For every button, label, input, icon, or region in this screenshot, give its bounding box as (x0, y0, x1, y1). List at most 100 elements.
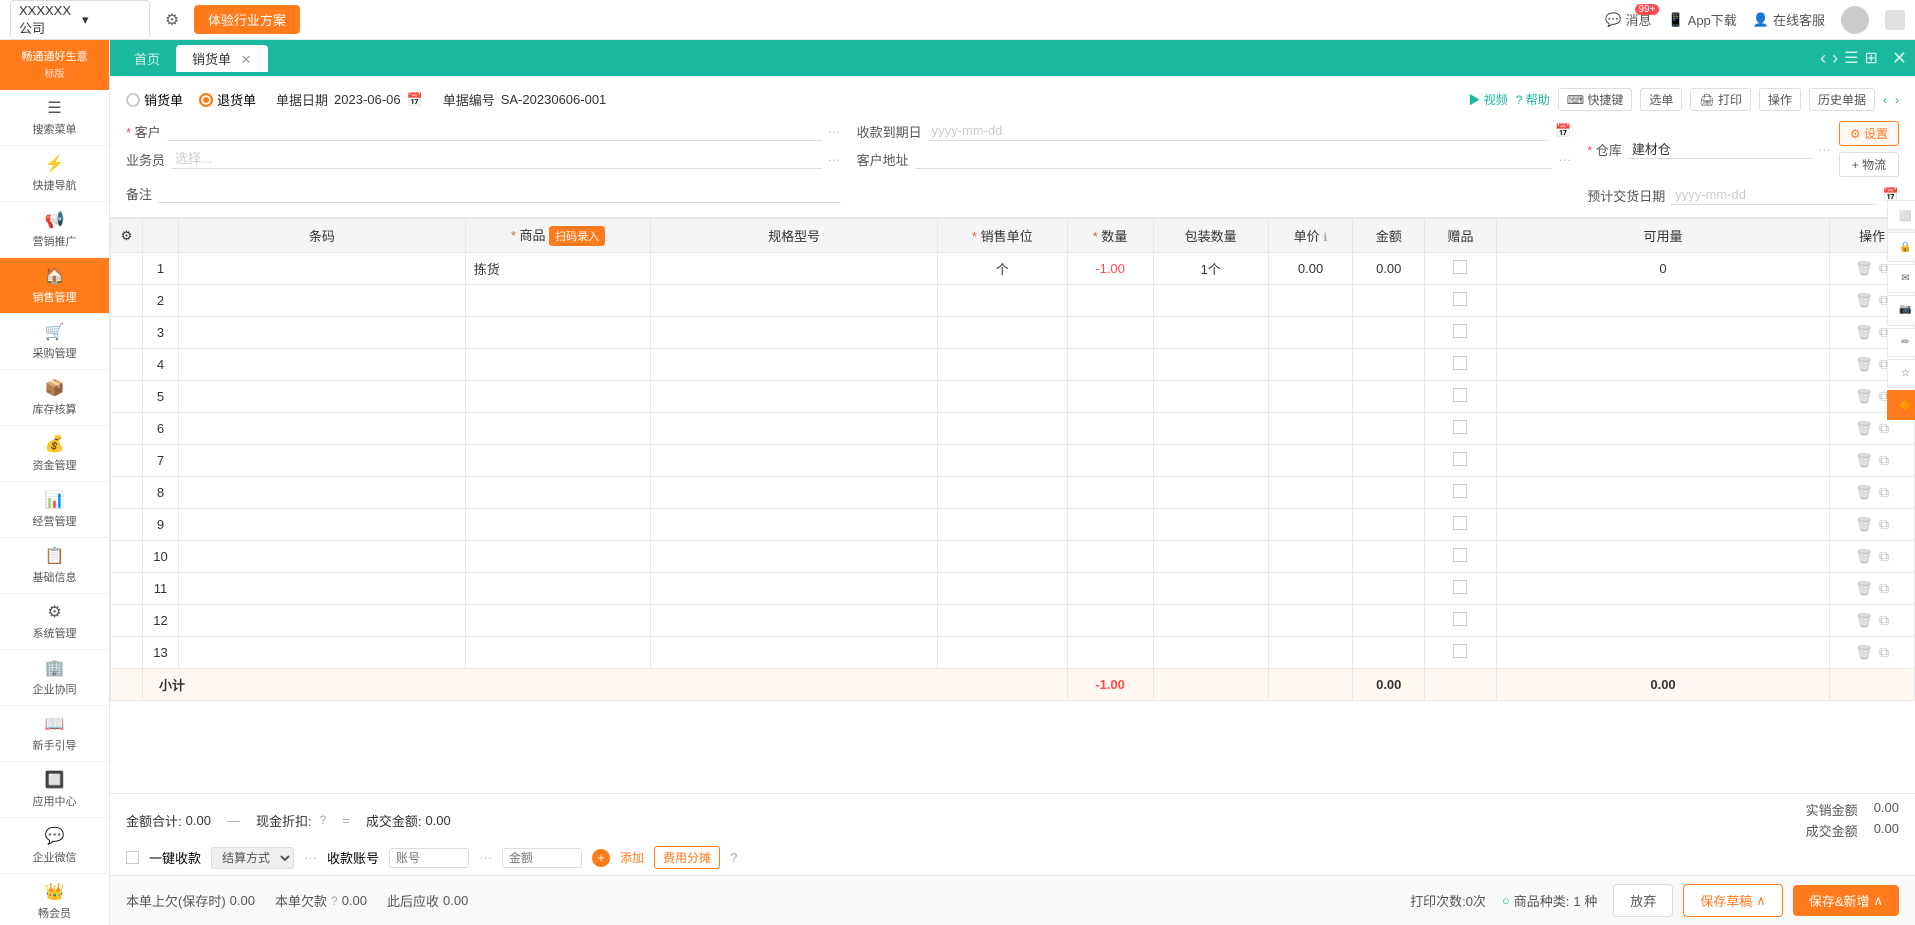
action-select-button[interactable]: 选单 (1640, 88, 1682, 111)
gift-checkbox[interactable] (1453, 612, 1467, 626)
delete-icon[interactable]: 🗑 (1855, 388, 1873, 405)
gift-checkbox[interactable] (1453, 356, 1467, 370)
copy-icon[interactable]: ⧉ (1879, 516, 1889, 533)
copy-icon[interactable]: ⧉ (1879, 484, 1889, 501)
scan-button[interactable]: 扫码录入 (549, 226, 605, 246)
sidebar-item-newbie[interactable]: 📖 新手引导 (0, 706, 109, 762)
float-btn-orange[interactable]: 🔶 (1887, 390, 1915, 420)
account-more-icon[interactable]: ··· (479, 850, 492, 865)
sidebar-item-purchase[interactable]: 🛒 采购管理 (0, 314, 109, 370)
amount-input[interactable] (502, 848, 582, 868)
spec-input[interactable] (659, 486, 929, 500)
sidebar-item-quick-nav[interactable]: ⚡ 快捷导航 (0, 146, 109, 202)
online-service-button[interactable]: 👤 在线客服 (1753, 10, 1825, 29)
spec-input[interactable] (659, 550, 929, 564)
copy-icon[interactable]: ⧉ (1879, 580, 1889, 597)
spec-input[interactable] (659, 454, 929, 468)
sidebar-item-enterprise[interactable]: 🏢 企业协同 (0, 650, 109, 706)
spec-input[interactable] (659, 518, 929, 532)
abandon-button[interactable]: 放弃 (1613, 884, 1673, 917)
delete-icon[interactable]: 🗑 (1855, 644, 1873, 661)
row-spec-cell[interactable] (651, 445, 938, 477)
delete-icon[interactable]: 🗑 (1855, 356, 1873, 373)
spec-input[interactable] (659, 646, 929, 660)
gift-checkbox[interactable] (1453, 420, 1467, 434)
delete-icon[interactable]: 🗑 (1855, 420, 1873, 437)
row-spec-cell[interactable] (651, 253, 938, 285)
spec-input[interactable] (659, 294, 929, 308)
sidebar-item-base-info[interactable]: 📋 基础信息 (0, 538, 109, 594)
action-print-button[interactable]: 🖨 打印 (1690, 88, 1751, 111)
row-gift-cell[interactable] (1425, 445, 1497, 477)
float-btn-2[interactable]: 🔒 (1887, 232, 1915, 262)
delete-icon[interactable]: 🗑 (1855, 324, 1873, 341)
barcode-input[interactable] (187, 550, 457, 564)
sidebar-item-inventory[interactable]: 📦 库存核算 (0, 370, 109, 426)
barcode-input[interactable] (187, 262, 457, 276)
expense-help-icon[interactable]: ? (730, 850, 737, 865)
row-spec-cell[interactable] (651, 349, 938, 381)
radio-return-bill[interactable]: 退货单 (199, 90, 256, 109)
row-barcode-cell[interactable] (179, 573, 466, 605)
sidebar-item-member[interactable]: 👑 畅会员 (0, 874, 109, 925)
discount-help-icon[interactable]: ? (320, 813, 327, 827)
row-spec-cell[interactable] (651, 541, 938, 573)
row-barcode-cell[interactable] (179, 445, 466, 477)
warehouse-more-icon[interactable]: ··· (1818, 142, 1831, 157)
barcode-input[interactable] (187, 294, 457, 308)
tab-list-icon[interactable]: ☰ (1844, 48, 1858, 68)
message-button[interactable]: 💬 消息 99+ (1605, 10, 1651, 29)
due-date-calendar-icon[interactable]: 📅 (1555, 123, 1571, 139)
app-download-button[interactable]: 📱 App下载 (1667, 10, 1736, 29)
float-btn-3[interactable]: ✉ (1887, 264, 1915, 293)
customer-more-icon[interactable]: ··· (828, 124, 841, 139)
gift-checkbox[interactable] (1453, 484, 1467, 498)
barcode-input[interactable] (187, 326, 457, 340)
delete-icon[interactable]: 🗑 (1855, 484, 1873, 501)
due-date-input[interactable] (928, 121, 1549, 141)
save-new-chevron-icon[interactable]: ∧ (1873, 893, 1883, 909)
copy-icon[interactable]: ⧉ (1879, 612, 1889, 629)
action-help[interactable]: ? 帮助 (1516, 91, 1550, 108)
sidebar-item-search-order[interactable]: ☰ 搜索菜单 (0, 90, 109, 146)
salesperson-input[interactable] (171, 149, 822, 169)
row-gift-cell[interactable] (1425, 285, 1497, 317)
gift-checkbox[interactable] (1453, 260, 1467, 274)
user-menu-icon[interactable] (1885, 10, 1905, 30)
row-barcode-cell[interactable] (179, 253, 466, 285)
barcode-input[interactable] (187, 646, 457, 660)
row-gift-cell[interactable] (1425, 605, 1497, 637)
row-gift-cell[interactable] (1425, 381, 1497, 413)
row-barcode-cell[interactable] (179, 381, 466, 413)
account-input[interactable] (389, 848, 469, 868)
spec-input[interactable] (659, 390, 929, 404)
nav-next-icon[interactable]: › (1895, 93, 1899, 107)
delete-icon[interactable]: 🗑 (1855, 612, 1873, 629)
sidebar-item-operations[interactable]: 📊 经营管理 (0, 482, 109, 538)
salesperson-more-icon[interactable]: ··· (828, 152, 841, 167)
row-spec-cell[interactable] (651, 637, 938, 669)
save-new-button[interactable]: 保存&新增 ∧ (1793, 885, 1899, 916)
spec-input[interactable] (659, 262, 929, 276)
row-barcode-cell[interactable] (179, 637, 466, 669)
gift-checkbox[interactable] (1453, 388, 1467, 402)
row-spec-cell[interactable] (651, 381, 938, 413)
row-gift-cell[interactable] (1425, 413, 1497, 445)
gift-checkbox[interactable] (1453, 580, 1467, 594)
barcode-input[interactable] (187, 390, 457, 404)
row-barcode-cell[interactable] (179, 509, 466, 541)
add-payment-button[interactable]: + (592, 849, 610, 867)
delete-icon[interactable]: 🗑 (1855, 452, 1873, 469)
row-gift-cell[interactable] (1425, 349, 1497, 381)
sidebar-item-marketing[interactable]: 📢 营销推广 (0, 202, 109, 258)
spec-input[interactable] (659, 326, 929, 340)
spec-input[interactable] (659, 358, 929, 372)
settlement-method-select[interactable]: 结算方式 (211, 847, 294, 869)
float-btn-4[interactable]: 📷 (1887, 295, 1915, 325)
row-gift-cell[interactable] (1425, 509, 1497, 541)
row-gift-cell[interactable] (1425, 541, 1497, 573)
gift-checkbox[interactable] (1453, 324, 1467, 338)
sidebar-item-wechat[interactable]: 💬 企业微信 (0, 818, 109, 874)
gift-checkbox[interactable] (1453, 644, 1467, 658)
copy-icon[interactable]: ⧉ (1879, 548, 1889, 565)
